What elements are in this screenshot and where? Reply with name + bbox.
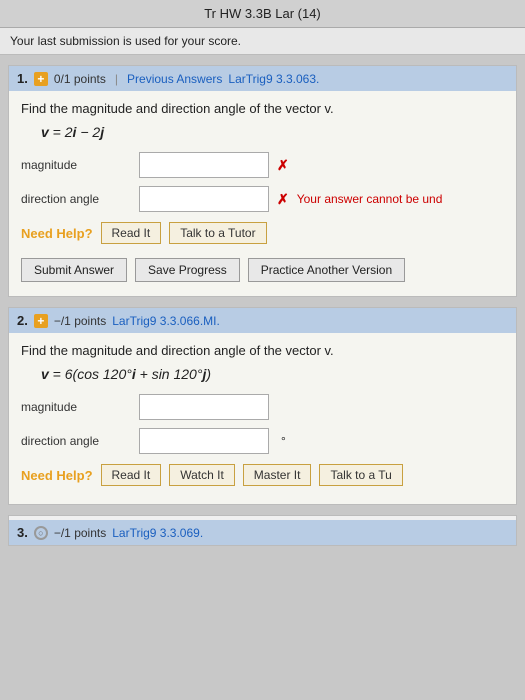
practice-another-version-button-q1[interactable]: Practice Another Version <box>248 258 405 282</box>
ref-link-q2[interactable]: LarTrig9 3.3.066.MI. <box>112 314 220 328</box>
need-help-label-q1: Need Help? <box>21 226 93 241</box>
plus-icon-q1: + <box>34 72 48 86</box>
direction-angle-error-icon-q1: ✗ <box>277 191 289 208</box>
read-it-button-q1[interactable]: Read It <box>101 222 162 244</box>
read-it-button-q2[interactable]: Read It <box>101 464 162 486</box>
watch-it-button-q2[interactable]: Watch It <box>169 464 235 486</box>
question-2-body: Find the magnitude and direction angle o… <box>9 333 516 504</box>
question-2-text: Find the magnitude and direction angle o… <box>21 343 504 358</box>
need-help-row-q2: Need Help? Read It Watch It Master It Ta… <box>21 464 504 486</box>
question-2-number: 2. <box>17 313 28 328</box>
submission-note: Your last submission is used for your sc… <box>0 28 525 55</box>
save-progress-button-q1[interactable]: Save Progress <box>135 258 240 282</box>
direction-angle-label-q2: direction angle <box>21 434 131 448</box>
title-text: Tr HW 3.3B Lar (14) <box>204 6 321 21</box>
direction-angle-input-q1[interactable] <box>139 186 269 212</box>
magnitude-label-q2: magnitude <box>21 400 131 414</box>
question-3-block: 3. ○ −/1 points LarTrig9 3.3.069. <box>8 515 517 546</box>
deg-symbol-q2: ° <box>281 434 286 448</box>
action-row-q1: Submit Answer Save Progress Practice Ano… <box>21 252 504 286</box>
question-1-points: 0/1 points <box>54 72 106 86</box>
magnitude-label-q1: magnitude <box>21 158 131 172</box>
direction-angle-input-q2[interactable] <box>139 428 269 454</box>
talk-to-tutor-button-q2[interactable]: Talk to a Tu <box>319 464 402 486</box>
question-3-points: −/1 points <box>54 526 106 540</box>
question-1-text: Find the magnitude and direction angle o… <box>21 101 504 116</box>
direction-angle-row-q1: direction angle ✗ Your answer cannot be … <box>21 186 504 212</box>
direction-angle-label-q1: direction angle <box>21 192 131 206</box>
direction-angle-row-q2: direction angle ° <box>21 428 504 454</box>
prev-answers-link-q1[interactable]: Previous Answers <box>127 72 222 86</box>
question-1-block: 1. + 0/1 points | Previous Answers LarTr… <box>8 65 517 297</box>
question-3-header: 3. ○ −/1 points LarTrig9 3.3.069. <box>9 520 516 545</box>
magnitude-input-q2[interactable] <box>139 394 269 420</box>
question-1-number: 1. <box>17 71 28 86</box>
plus-icon-q2: + <box>34 314 48 328</box>
magnitude-row-q1: magnitude ✗ <box>21 152 504 178</box>
question-2-math: v = 6(cos 120°i + sin 120°j) <box>41 366 504 382</box>
question-1-math: v = 2i − 2j <box>41 124 504 140</box>
direction-angle-error-msg-q1: Your answer cannot be und <box>297 192 443 206</box>
separator-q1: | <box>115 72 118 86</box>
question-1-header: 1. + 0/1 points | Previous Answers LarTr… <box>9 66 516 91</box>
submission-note-text: Your last submission is used for your sc… <box>10 34 241 48</box>
magnitude-input-q1[interactable] <box>139 152 269 178</box>
question-2-points: −/1 points <box>54 314 106 328</box>
question-3-number: 3. <box>17 525 28 540</box>
need-help-row-q1: Need Help? Read It Talk to a Tutor <box>21 222 504 244</box>
question-2-block: 2. + −/1 points LarTrig9 3.3.066.MI. Fin… <box>8 307 517 505</box>
question-1-body: Find the magnitude and direction angle o… <box>9 91 516 296</box>
need-help-label-q2: Need Help? <box>21 468 93 483</box>
submit-answer-button-q1[interactable]: Submit Answer <box>21 258 127 282</box>
ref-link-q1[interactable]: LarTrig9 3.3.063. <box>228 72 319 86</box>
master-it-button-q2[interactable]: Master It <box>243 464 312 486</box>
talk-to-tutor-button-q1[interactable]: Talk to a Tutor <box>169 222 266 244</box>
circle-icon-q3: ○ <box>34 526 48 540</box>
title-bar: Tr HW 3.3B Lar (14) <box>0 0 525 28</box>
magnitude-row-q2: magnitude <box>21 394 504 420</box>
magnitude-error-icon-q1: ✗ <box>277 157 289 174</box>
ref-link-q3[interactable]: LarTrig9 3.3.069. <box>112 526 203 540</box>
question-2-header: 2. + −/1 points LarTrig9 3.3.066.MI. <box>9 308 516 333</box>
